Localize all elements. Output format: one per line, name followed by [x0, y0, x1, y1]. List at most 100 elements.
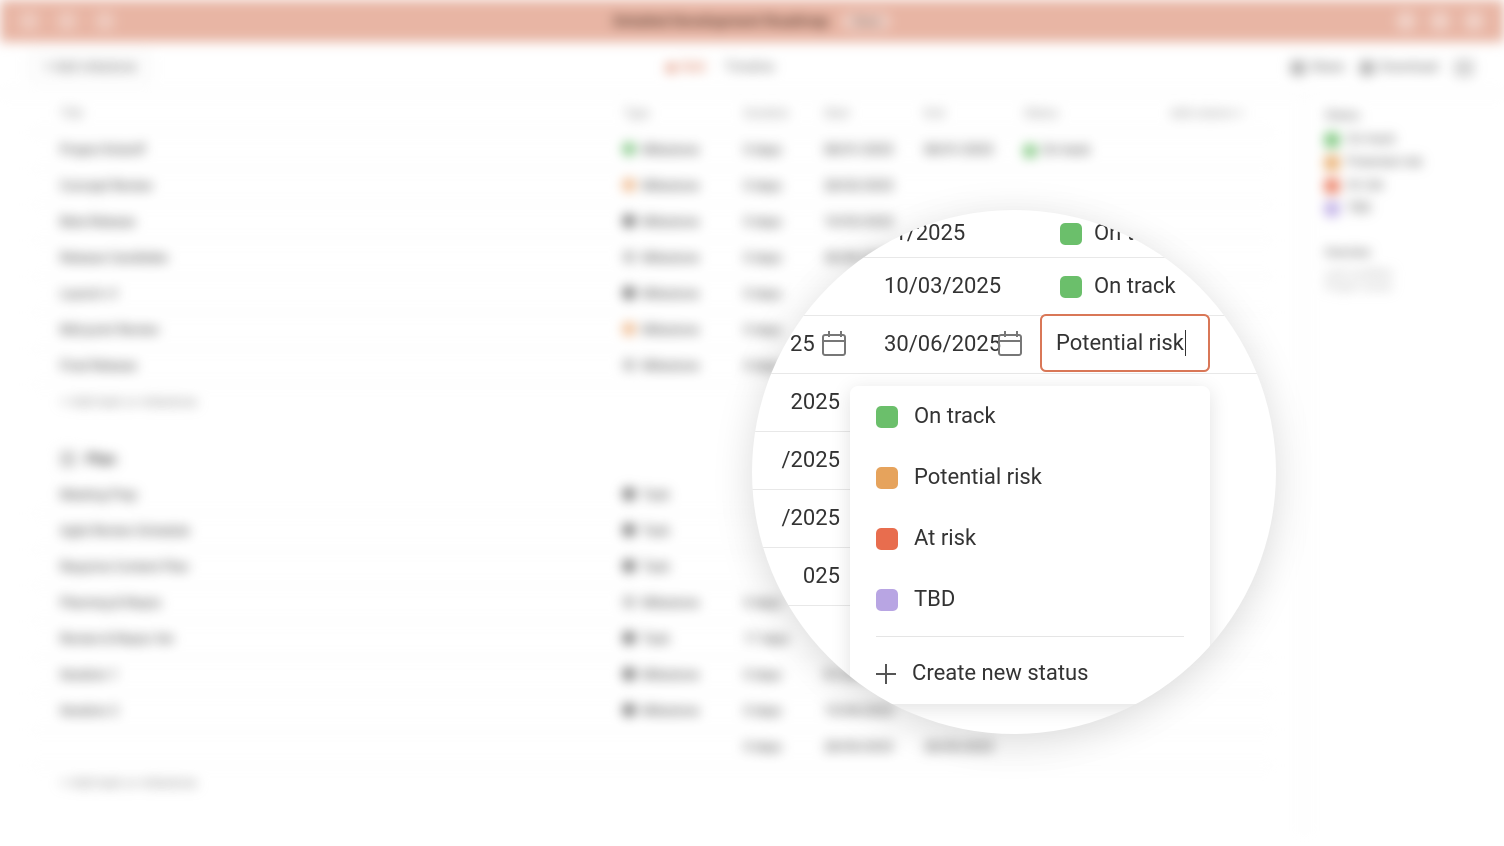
- sidebar-status-item[interactable]: Potential risk: [1325, 155, 1484, 170]
- col-type-header: Type: [624, 106, 744, 120]
- sidebar-status-list: On track Potential risk At risk TBD: [1325, 132, 1484, 216]
- share-button[interactable]: Share: [1291, 60, 1344, 75]
- status-swatch: [876, 528, 898, 550]
- row-duration: 0 days: [744, 740, 824, 755]
- row-type: Milestone: [624, 215, 744, 230]
- mag-row6-date: /2025: [781, 506, 840, 531]
- mag-row-4[interactable]: 2025: [752, 374, 850, 432]
- help-icon[interactable]: [1430, 11, 1450, 31]
- milestone-diamond-icon: [622, 250, 636, 264]
- row-title: Iteration 2: [60, 704, 624, 719]
- status-input[interactable]: Potential risk: [1040, 314, 1210, 372]
- col-status-header: Status: [1024, 106, 1144, 120]
- top-bar-right: [1396, 11, 1484, 31]
- tab-grid[interactable]: Grid: [667, 60, 705, 75]
- milestone-diamond-icon: [622, 178, 636, 192]
- plus-icon: [876, 664, 896, 684]
- mag-row-2[interactable]: 10/03/2025 On track: [752, 258, 1276, 316]
- table-row[interactable]: 0 days 28/05/2025 28/05/2025: [30, 730, 1274, 766]
- row-type: Milestone: [624, 704, 744, 719]
- mag-row4-date: 2025: [791, 390, 840, 415]
- nav-icons: [20, 12, 114, 30]
- type-icon: [622, 487, 636, 501]
- mag-row-7[interactable]: 025: [752, 548, 850, 606]
- sidebar-details: Overview Last modified Project owner: [1325, 246, 1484, 293]
- add-milestone-button[interactable]: + Add milestone: [30, 53, 150, 82]
- table-row[interactable]: Concept Review Milestone 0 days 28/02/20…: [30, 169, 1274, 205]
- col-dur-header: Duration: [744, 106, 824, 120]
- mag-row3-date: 30/06/2025: [884, 332, 1001, 357]
- type-icon: [622, 703, 636, 717]
- row-duration: 0 days: [744, 143, 824, 158]
- row-start: 28/05/2025: [824, 740, 924, 755]
- mag-row1-status-label: On t: [1094, 221, 1134, 246]
- row-status[interactable]: On track: [1024, 143, 1144, 158]
- status-option[interactable]: TBD: [850, 569, 1210, 630]
- row-title: Final Release: [60, 359, 624, 374]
- row-title: Project Kickoff: [60, 143, 624, 158]
- sidebar-details-sub1: Last modified: [1325, 267, 1484, 280]
- mag-row-6[interactable]: /2025: [752, 490, 850, 548]
- row-duration: 0 days: [744, 179, 824, 194]
- row-end: 28/05/2025: [924, 740, 1024, 755]
- row-type: Milestone: [624, 287, 744, 302]
- table-header: Title Type Duration Start End Status Add…: [30, 94, 1274, 133]
- milestone-diamond-icon: [622, 142, 636, 156]
- sidebar-status-header: Status: [1325, 108, 1484, 122]
- mag-row2-date: 10/03/2025: [884, 274, 1001, 299]
- status-option[interactable]: At risk: [850, 508, 1210, 569]
- row-title: Planning & Reqns: [60, 596, 624, 611]
- avatar-icon[interactable]: [1464, 11, 1484, 31]
- status-label: Potential risk: [1347, 155, 1423, 170]
- status-option[interactable]: Potential risk: [850, 447, 1210, 508]
- share-badge[interactable]: Share: [843, 13, 891, 30]
- status-option-label: Potential risk: [914, 465, 1042, 490]
- mag-row-1: 01/2025 On t: [752, 210, 1276, 258]
- status-swatch: [1325, 179, 1339, 193]
- status-swatch: [876, 589, 898, 611]
- nav-back-icon[interactable]: [20, 12, 38, 30]
- magnifier-lens: 01/2025 On t 10/03/2025 On track 25 30/0…: [752, 210, 1276, 734]
- type-icon: [622, 523, 636, 537]
- dropdown-divider: [876, 636, 1184, 637]
- sidebar-status-item[interactable]: TBD: [1325, 201, 1484, 216]
- row-type: Task: [624, 524, 744, 539]
- tab-timeline[interactable]: Timeline: [725, 60, 775, 75]
- sidebar-status-item[interactable]: On track: [1325, 132, 1484, 147]
- status-option[interactable]: On track: [850, 386, 1210, 447]
- calendar-icon[interactable]: [822, 334, 846, 356]
- mag-row1-status: On t: [1060, 221, 1134, 246]
- row-title: Review & Reqns Ver: [60, 632, 624, 647]
- col-end-header: End: [924, 106, 1024, 120]
- row-type: Milestone: [624, 323, 744, 338]
- section-chip-icon: [60, 451, 76, 467]
- col-add-header[interactable]: Add column +: [1144, 106, 1244, 120]
- status-dropdown: On track Potential risk At risk TBD Create …: [850, 386, 1210, 704]
- mag-row2-status: On track: [1060, 274, 1176, 299]
- create-new-status[interactable]: Create new status: [850, 643, 1210, 704]
- nav-menu-icon[interactable]: [96, 12, 114, 30]
- type-icon: [622, 739, 636, 753]
- side-column: Status On trackPotential riskAt riskTBD …: [1304, 94, 1504, 831]
- status-swatch: [1325, 202, 1339, 216]
- nav-forward-icon[interactable]: [58, 12, 76, 30]
- calendar-icon[interactable]: [998, 334, 1022, 356]
- table-row[interactable]: Project Kickoff Milestone 0 days 08/01/2…: [30, 133, 1274, 169]
- notifications-icon[interactable]: [1396, 11, 1416, 31]
- hamburger-icon[interactable]: [1454, 61, 1474, 75]
- status-swatch: [876, 467, 898, 489]
- sidebar-status-item[interactable]: At risk: [1325, 178, 1484, 193]
- tab-timeline-label: Timeline: [725, 60, 775, 75]
- row-title: Mid-point Review: [60, 323, 624, 338]
- download-button[interactable]: Download: [1360, 60, 1438, 75]
- row-title: Meeting Prep: [60, 488, 624, 503]
- mag-row-5[interactable]: /2025: [752, 432, 850, 490]
- status-option-label: TBD: [914, 587, 955, 612]
- row-type: Milestone: [624, 143, 744, 158]
- mag-row3-date-left: 25: [790, 332, 815, 357]
- status-swatch-green: [1060, 276, 1082, 298]
- row-title: Release Candidate: [60, 251, 624, 266]
- milestone-diamond-icon: [622, 358, 636, 372]
- add-row-2[interactable]: + Add task or milestone: [30, 766, 1274, 801]
- row-type: Milestone: [624, 668, 744, 683]
